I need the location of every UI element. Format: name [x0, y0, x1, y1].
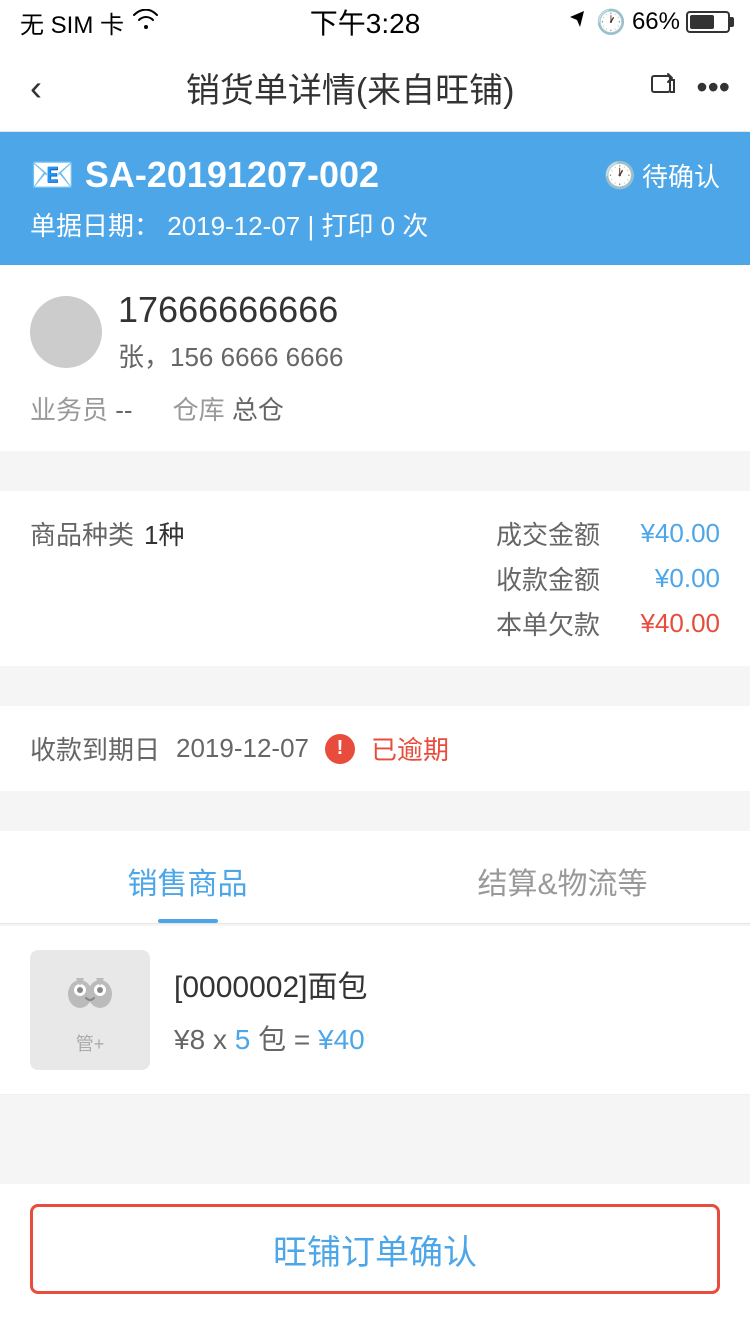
tabs: 销售商品 结算&物流等: [0, 831, 750, 924]
overdue-icon: !: [325, 734, 355, 764]
order-header: 📧 SA-20191207-002 🕐 待确认 单据日期： 2019-12-07…: [0, 132, 750, 265]
product-total: ¥40: [318, 1024, 365, 1055]
customer-name: 张，156 6666 6666: [118, 337, 344, 374]
system-icons: 🕐 66%: [570, 8, 730, 37]
carrier-info: 无 SIM 卡: [20, 5, 160, 40]
separator-2: [0, 666, 750, 686]
order-icon: 📧: [30, 154, 75, 196]
back-button[interactable]: ‹: [20, 57, 52, 119]
separator-3: [0, 791, 750, 811]
amount-received: 收款金额 ¥0.00: [496, 560, 720, 597]
clock-icon: 🕐: [604, 160, 636, 191]
customer-meta: 业务员 -- 仓库 总仓: [30, 390, 720, 427]
overdue-label: 已逾期: [371, 730, 449, 767]
tab-sales-goods[interactable]: 销售商品: [0, 831, 375, 923]
amount-deal: 成交金额 ¥40.00: [496, 515, 720, 552]
avatar: [30, 296, 102, 368]
due-date-value: 2019-12-07: [176, 733, 309, 764]
brand-label: 管+: [76, 1030, 105, 1056]
product-qty: 5: [235, 1024, 251, 1055]
customer-phone: 17666666666: [118, 289, 344, 331]
order-status: 🕐 待确认: [604, 157, 720, 194]
warehouse: 仓库 总仓: [173, 390, 284, 427]
confirm-button[interactable]: 旺铺订单确认: [30, 1204, 720, 1294]
due-date-row: 收款到期日 2019-12-07 ! 已逾期: [0, 706, 750, 791]
more-icon[interactable]: •••: [696, 69, 730, 106]
summary-card: 商品种类 1种 成交金额 ¥40.00 收款金额 ¥0.00 本单欠款 ¥40.…: [0, 491, 750, 666]
product-list: 管+ [0000002]面包 ¥8 x 5 包 = ¥40: [0, 926, 750, 1095]
location-icon: [570, 8, 590, 36]
alarm-icon: 🕐: [596, 8, 626, 37]
product-type: 商品种类 1种: [30, 515, 184, 552]
product-info: [0000002]面包 ¥8 x 5 包 = ¥40: [174, 962, 720, 1058]
time-display: 下午3:28: [310, 2, 421, 42]
share-icon[interactable]: [648, 68, 680, 108]
customer-card: 17666666666 张，156 6666 6666 业务员 -- 仓库 总仓: [0, 265, 750, 451]
product-thumbnail: 管+: [30, 950, 150, 1070]
nav-bar: ‹ 销货单详情(来自旺铺) •••: [0, 44, 750, 132]
carrier-text: 无 SIM 卡: [20, 5, 124, 40]
tab-settlement[interactable]: 结算&物流等: [375, 831, 750, 923]
product-name: [0000002]面包: [174, 962, 720, 1006]
battery-icon: [686, 11, 730, 33]
brand-icon: [60, 964, 120, 1026]
product-price: ¥8 x 5 包 = ¥40: [174, 1018, 720, 1058]
nav-actions: •••: [648, 68, 730, 108]
status-bar: 无 SIM 卡 下午3:28 🕐 66%: [0, 0, 750, 44]
separator-1: [0, 451, 750, 471]
sales-person: 业务员 --: [30, 390, 133, 427]
nav-title: 销货单详情(来自旺铺): [186, 63, 515, 112]
order-id: 📧 SA-20191207-002: [30, 154, 379, 196]
bottom-bar: 旺铺订单确认: [0, 1184, 750, 1334]
order-date: 单据日期： 2019-12-07 | 打印 0 次: [30, 206, 720, 243]
amounts: 成交金额 ¥40.00 收款金额 ¥0.00 本单欠款 ¥40.00: [496, 515, 720, 642]
battery-text: 66%: [632, 8, 680, 36]
amount-owed: 本单欠款 ¥40.00: [496, 605, 720, 642]
wifi-icon: [132, 8, 160, 36]
product-item: 管+ [0000002]面包 ¥8 x 5 包 = ¥40: [0, 926, 750, 1095]
